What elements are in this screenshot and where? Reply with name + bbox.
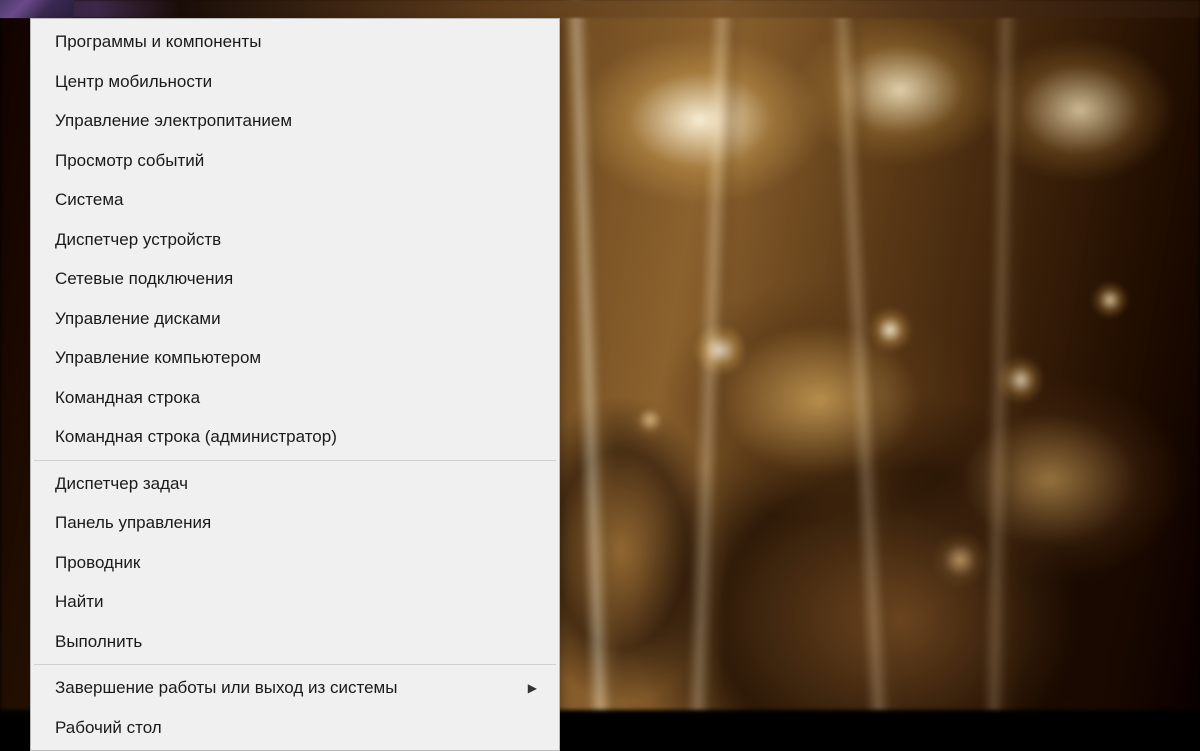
- menu-item-disk-management[interactable]: Управление дисками: [33, 299, 557, 339]
- menu-separator: [34, 460, 556, 461]
- menu-item-network-connections[interactable]: Сетевые подключения: [33, 259, 557, 299]
- menu-item-programs-features[interactable]: Программы и компоненты: [33, 22, 557, 62]
- menu-item-power-options[interactable]: Управление электропитанием: [33, 101, 557, 141]
- winx-context-menu: Программы и компоненты Центр мобильности…: [30, 18, 560, 751]
- menu-item-label: Управление электропитанием: [55, 108, 292, 134]
- taskbar-strip: [0, 0, 1200, 18]
- menu-item-command-prompt-admin[interactable]: Командная строка (администратор): [33, 417, 557, 457]
- menu-item-label: Найти: [55, 589, 104, 615]
- menu-separator: [34, 664, 556, 665]
- menu-item-label: Выполнить: [55, 629, 142, 655]
- chevron-right-icon: ▶: [528, 679, 537, 697]
- menu-item-label: Сетевые подключения: [55, 266, 233, 292]
- menu-item-label: Центр мобильности: [55, 69, 212, 95]
- menu-item-mobility-center[interactable]: Центр мобильности: [33, 62, 557, 102]
- menu-item-desktop[interactable]: Рабочий стол: [33, 708, 557, 748]
- menu-item-label: Диспетчер задач: [55, 471, 188, 497]
- menu-item-label: Управление компьютером: [55, 345, 261, 371]
- menu-item-label: Просмотр событий: [55, 148, 204, 174]
- menu-item-label: Диспетчер устройств: [55, 227, 221, 253]
- menu-item-label: Система: [55, 187, 123, 213]
- menu-item-command-prompt[interactable]: Командная строка: [33, 378, 557, 418]
- menu-item-control-panel[interactable]: Панель управления: [33, 503, 557, 543]
- menu-item-task-manager[interactable]: Диспетчер задач: [33, 464, 557, 504]
- menu-item-label: Завершение работы или выход из системы: [55, 675, 397, 701]
- menu-item-file-explorer[interactable]: Проводник: [33, 543, 557, 583]
- menu-item-device-manager[interactable]: Диспетчер устройств: [33, 220, 557, 260]
- menu-item-label: Командная строка: [55, 385, 200, 411]
- menu-item-label: Управление дисками: [55, 306, 221, 332]
- menu-item-search[interactable]: Найти: [33, 582, 557, 622]
- menu-item-label: Командная строка (администратор): [55, 424, 337, 450]
- menu-item-label: Рабочий стол: [55, 715, 162, 741]
- menu-item-label: Проводник: [55, 550, 140, 576]
- menu-item-system[interactable]: Система: [33, 180, 557, 220]
- menu-item-shutdown-signout[interactable]: Завершение работы или выход из системы ▶: [33, 668, 557, 708]
- start-button-thumb[interactable]: [0, 0, 74, 18]
- menu-item-label: Программы и компоненты: [55, 29, 261, 55]
- menu-item-event-viewer[interactable]: Просмотр событий: [33, 141, 557, 181]
- menu-item-run[interactable]: Выполнить: [33, 622, 557, 662]
- menu-item-label: Панель управления: [55, 510, 211, 536]
- menu-item-computer-management[interactable]: Управление компьютером: [33, 338, 557, 378]
